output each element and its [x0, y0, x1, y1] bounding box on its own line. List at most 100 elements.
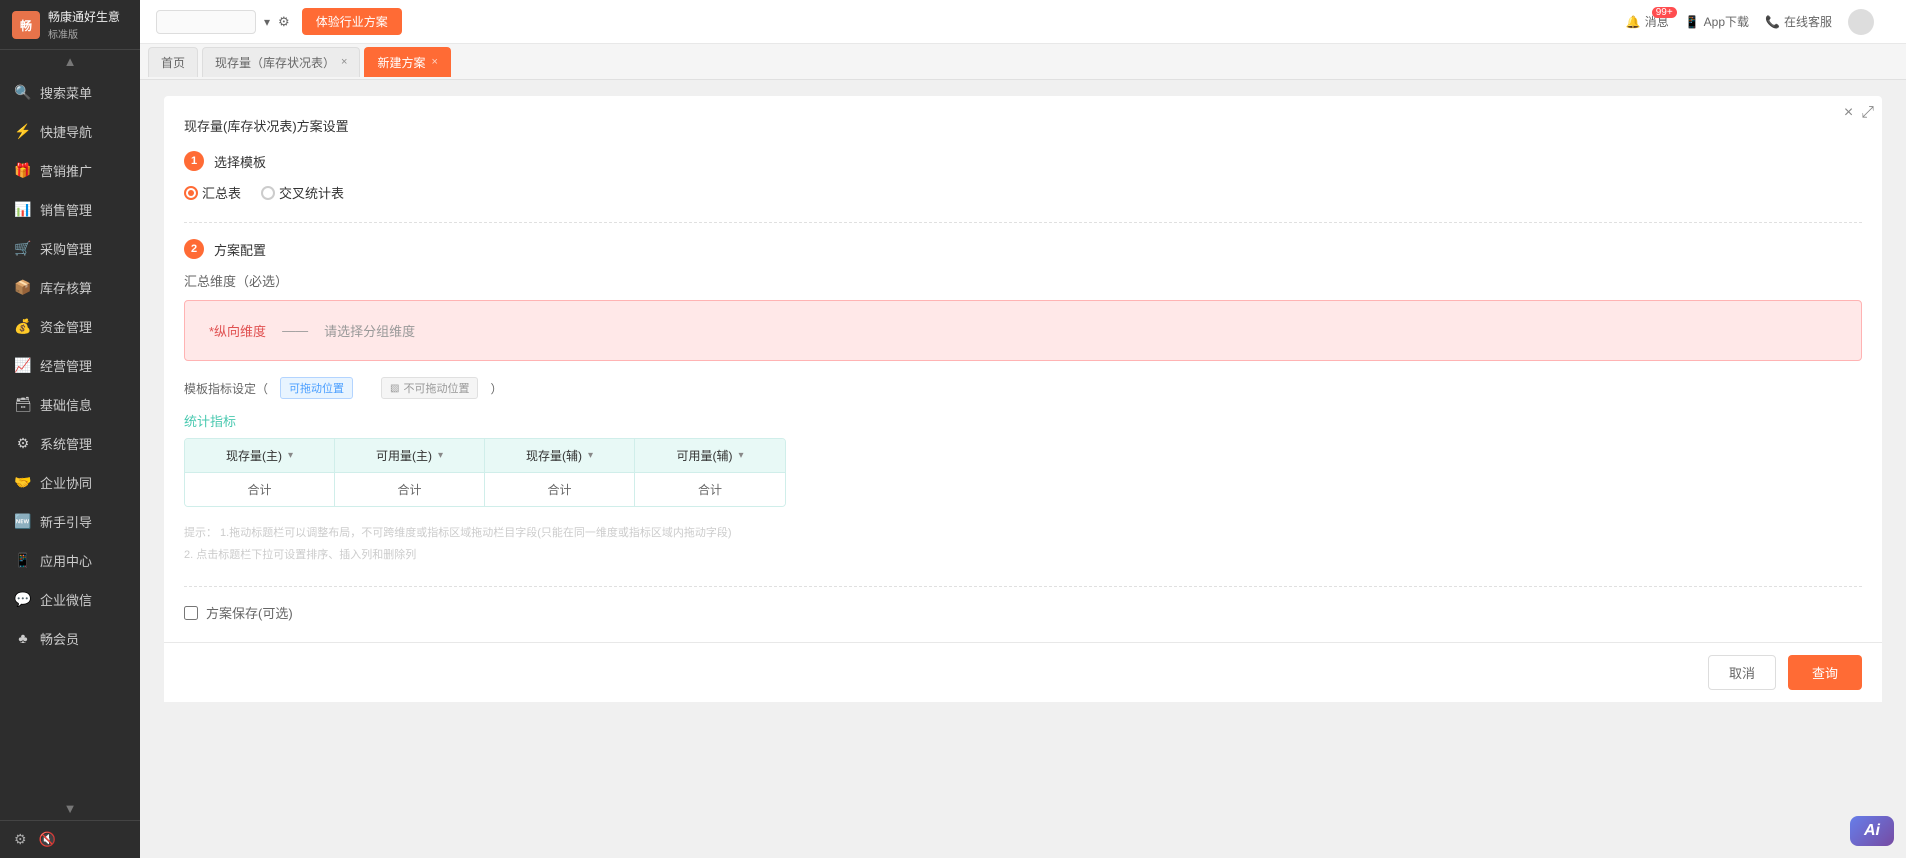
stats-cell-2: 合计 — [485, 472, 634, 506]
sidebar-scroll-down[interactable]: ▼ — [0, 797, 140, 820]
industry-solution-button[interactable]: 体验行业方案 — [302, 8, 402, 35]
panel-title: 现存量(库存状况表)方案设置 — [184, 116, 1862, 135]
stats-col-0: 现存量(主) ▾ — [185, 439, 335, 472]
stats-body-col-0: 合计 — [185, 472, 335, 506]
sidebar-item-cooperation[interactable]: 🤝 企业协同 — [0, 463, 140, 502]
stats-table-body: 合计 合计 合计 合计 — [185, 472, 785, 506]
sidebar-item-label: 基础信息 — [40, 395, 92, 414]
topbar-right: 🔔 消息 99+ 📱 App下载 📞 在线客服 — [1626, 9, 1890, 35]
sidebar-logo: 畅 畅康通好生意 标准版 — [0, 0, 140, 50]
tab-inventory-status[interactable]: 现存量（库存状况表） × — [202, 47, 360, 77]
stats-col-1-label: 可用量(主) — [376, 447, 432, 464]
ai-badge[interactable]: Ai — [1850, 816, 1894, 846]
tab-inventory-close-icon[interactable]: × — [341, 56, 347, 68]
finance-icon: 💰 — [14, 317, 32, 335]
stats-col-0-label: 现存量(主) — [226, 447, 282, 464]
metrics-setting-label: 模板指标设定（ — [184, 380, 268, 397]
sidebar-item-appcenter[interactable]: 📱 应用中心 — [0, 541, 140, 580]
main-area: ▾ ⚙ 体验行业方案 🔔 消息 99+ 📱 App下载 📞 在线客服 首页 — [140, 0, 1906, 858]
nodrag-tag: 不可拖动位置 — [381, 377, 478, 399]
dimension-placeholder[interactable]: 请选择分组维度 — [324, 321, 415, 340]
sidebar-item-label: 营销推广 — [40, 161, 92, 180]
tip-2: 2. 点击标题栏下拉可设置排序、插入列和删除列 — [184, 544, 1862, 566]
section-config: 2 方案配置 汇总维度（必选） *纵向维度 —— 请选择分组维度 模板指标设定（… — [184, 239, 1862, 566]
sidebar: 畅 畅康通好生意 标准版 ▲ 🔍 搜索菜单 ⚡ 快捷导航 🎁 营销推广 📊 销售… — [0, 0, 140, 858]
stats-col-header-1[interactable]: 可用量(主) ▾ — [335, 439, 484, 472]
vip-icon: ♣ — [14, 629, 32, 647]
radio-cross-label: 交叉统计表 — [279, 183, 344, 202]
section1-label: 选择模板 — [214, 152, 266, 171]
volume-icon[interactable]: 🔇 — [39, 831, 56, 848]
topbar-dropdown-icon[interactable]: ▾ — [264, 15, 270, 29]
stats-col-1-chevron[interactable]: ▾ — [438, 450, 443, 461]
sidebar-item-inventory[interactable]: 📦 库存核算 — [0, 268, 140, 307]
appcenter-icon: 📱 — [14, 551, 32, 569]
content-area: × ⤢ 现存量(库存状况表)方案设置 1 选择模板 汇总表 交叉统 — [140, 80, 1906, 858]
stats-table: 现存量(主) ▾ 可用量(主) ▾ — [184, 438, 786, 507]
dimension-row: *纵向维度 —— 请选择分组维度 — [209, 321, 1837, 340]
marketing-icon: 🎁 — [14, 161, 32, 179]
sidebar-item-label: 经营管理 — [40, 356, 92, 375]
stats-col-header-0[interactable]: 现存量(主) ▾ — [185, 439, 334, 472]
sidebar-item-vip[interactable]: ♣ 畅会员 — [0, 619, 140, 658]
sidebar-scroll-up[interactable]: ▲ — [0, 50, 140, 73]
sidebar-item-label: 库存核算 — [40, 278, 92, 297]
stats-col-3: 可用量(辅) ▾ — [635, 439, 785, 472]
sidebar-item-label: 采购管理 — [40, 239, 92, 258]
message-button[interactable]: 🔔 消息 99+ — [1626, 13, 1669, 30]
app-download-button[interactable]: 📱 App下载 — [1685, 13, 1749, 30]
save-label: 方案保存(可选) — [206, 603, 293, 622]
expand-panel-icon[interactable]: ⤢ — [1861, 104, 1874, 122]
stats-col-0-chevron[interactable]: ▾ — [288, 450, 293, 461]
sidebar-item-system[interactable]: ⚙ 系统管理 — [0, 424, 140, 463]
section2-label: 方案配置 — [214, 240, 266, 259]
app-download-label: App下载 — [1704, 13, 1749, 30]
sidebar-item-search[interactable]: 🔍 搜索菜单 — [0, 73, 140, 112]
footer-actions: 取消 查询 — [164, 642, 1882, 702]
close-panel-icon[interactable]: × — [1844, 104, 1853, 122]
stats-col-2: 现存量(辅) ▾ — [485, 439, 635, 472]
cancel-button[interactable]: 取消 — [1708, 655, 1776, 690]
topbar-search-input[interactable] — [156, 10, 256, 34]
sidebar-item-newguide[interactable]: 🆕 新手引导 — [0, 502, 140, 541]
section-template: 1 选择模板 汇总表 交叉统计表 — [184, 151, 1862, 202]
radio-summary[interactable]: 汇总表 — [184, 183, 241, 202]
app-name: 畅康通好生意 — [48, 10, 120, 26]
online-service-button[interactable]: 📞 在线客服 — [1765, 13, 1832, 30]
query-button[interactable]: 查询 — [1788, 655, 1862, 690]
sidebar-item-basicinfo[interactable]: 🗃 基础信息 — [0, 385, 140, 424]
topbar-gear-icon[interactable]: ⚙ — [278, 14, 290, 30]
tips-section: 提示： 1.拖动标题栏可以调整布局，不可跨维度或指标区域拖动栏目字段(只能在同一… — [184, 522, 1862, 566]
tab-inventory-label: 现存量（库存状况表） — [215, 54, 335, 71]
sidebar-item-finance[interactable]: 💰 资金管理 — [0, 307, 140, 346]
tab-new-plan-close-icon[interactable]: × — [431, 56, 437, 68]
sidebar-item-purchase[interactable]: 🛒 采购管理 — [0, 229, 140, 268]
stats-table-header: 现存量(主) ▾ 可用量(主) ▾ — [185, 439, 785, 472]
section2-num: 2 — [184, 239, 204, 259]
template-radio-group: 汇总表 交叉统计表 — [184, 183, 1862, 202]
user-avatar[interactable] — [1848, 9, 1874, 35]
sidebar-item-quicknav[interactable]: ⚡ 快捷导航 — [0, 112, 140, 151]
stats-col-header-3[interactable]: 可用量(辅) ▾ — [635, 439, 785, 472]
app-name-block: 畅康通好生意 标准版 — [48, 10, 120, 41]
stats-col-header-2[interactable]: 现存量(辅) ▾ — [485, 439, 634, 472]
tab-home[interactable]: 首页 — [148, 47, 198, 77]
save-checkbox[interactable] — [184, 606, 198, 620]
settings-icon[interactable]: ⚙ — [14, 831, 27, 848]
divider-2 — [184, 586, 1862, 587]
tab-new-plan[interactable]: 新建方案 × — [364, 47, 450, 77]
stats-cell-3: 合计 — [635, 472, 785, 506]
section1-num: 1 — [184, 151, 204, 171]
service-label: 在线客服 — [1784, 13, 1832, 30]
sidebar-item-sales[interactable]: 📊 销售管理 — [0, 190, 140, 229]
sidebar-item-marketing[interactable]: 🎁 营销推广 — [0, 151, 140, 190]
service-icon: 📞 — [1765, 15, 1780, 29]
newguide-icon: 🆕 — [14, 512, 32, 530]
topbar: ▾ ⚙ 体验行业方案 🔔 消息 99+ 📱 App下载 📞 在线客服 — [140, 0, 1906, 44]
stats-col-2-chevron[interactable]: ▾ — [588, 450, 593, 461]
sidebar-item-weixin[interactable]: 💬 企业微信 — [0, 580, 140, 619]
radio-cross[interactable]: 交叉统计表 — [261, 183, 344, 202]
cooperation-icon: 🤝 — [14, 473, 32, 491]
sidebar-item-operations[interactable]: 📈 经营管理 — [0, 346, 140, 385]
stats-col-3-chevron[interactable]: ▾ — [738, 450, 743, 461]
